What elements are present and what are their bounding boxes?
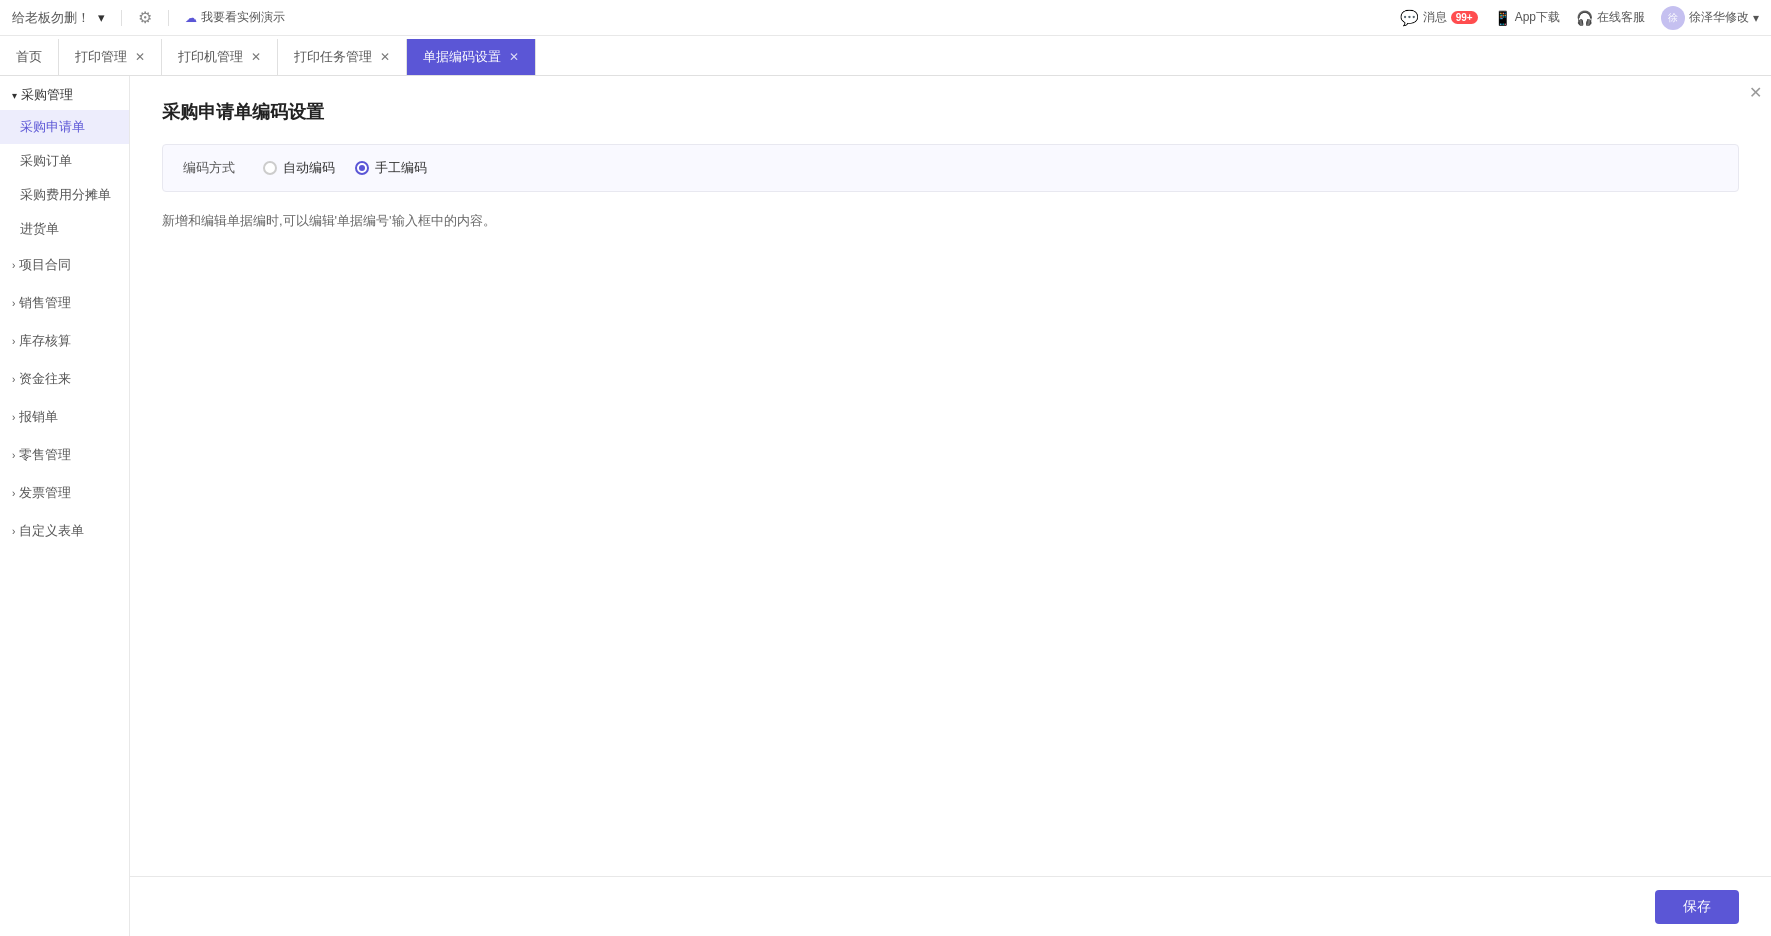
app-download-link[interactable]: 📱 App下载	[1494, 9, 1560, 26]
top-bar: 给老板勿删！ ▾ ⚙ ☁ 我要看实例演示 💬 消息 99+ 📱 App下载 🎧 …	[0, 0, 1771, 36]
sidebar-item-inventory[interactable]: › 库存核算	[0, 322, 129, 360]
radio-label-auto: 自动编码	[283, 159, 335, 177]
radio-group-encoding: 自动编码 手工编码	[263, 159, 427, 177]
chevron-right-icon-8: ›	[12, 526, 15, 537]
sidebar-item-purchase-request[interactable]: 采购申请单	[0, 110, 129, 144]
cloud-icon: ☁	[185, 11, 197, 25]
tab-close-barcode-setting[interactable]: ✕	[509, 50, 519, 64]
main-layout: ▾ 采购管理 采购申请单 采购订单 采购费用分摊单 进货单 › 项目合同 › 销…	[0, 76, 1771, 936]
sidebar-group-title-purchase[interactable]: ▾ 采购管理	[0, 76, 129, 110]
content-area: 采购申请单编码设置 编码方式 自动编码 手工编码	[130, 76, 1771, 936]
headset-icon: 🎧	[1576, 10, 1593, 26]
sidebar-item-invoice-mgmt[interactable]: › 发票管理	[0, 474, 129, 512]
chevron-right-icon-2: ›	[12, 298, 15, 309]
sidebar-item-custom-form[interactable]: › 自定义表单	[0, 512, 129, 550]
radio-manual-encoding[interactable]: 手工编码	[355, 159, 427, 177]
encoding-label: 编码方式	[183, 159, 239, 177]
example-link[interactable]: ☁ 我要看实例演示	[185, 9, 285, 26]
chevron-right-icon-4: ›	[12, 374, 15, 385]
tab-bar: 首页 打印管理 ✕ 打印机管理 ✕ 打印任务管理 ✕ 单据编码设置 ✕	[0, 36, 1771, 76]
chevron-right-icon-1: ›	[12, 260, 15, 271]
tab-close-print-mgmt[interactable]: ✕	[135, 50, 145, 64]
hint-text: 新增和编辑单据编时,可以编辑'单据编号'输入框中的内容。	[162, 212, 1739, 230]
message-link[interactable]: 💬 消息 99+	[1400, 9, 1478, 27]
title-dropdown[interactable]: ▾	[98, 10, 105, 25]
download-icon: 📱	[1494, 10, 1511, 26]
settings-icon[interactable]: ⚙	[138, 8, 152, 27]
app-title: 给老板勿删！	[12, 9, 90, 27]
chevron-right-icon-6: ›	[12, 450, 15, 461]
sidebar: ▾ 采购管理 采购申请单 采购订单 采购费用分摊单 进货单 › 项目合同 › 销…	[0, 76, 130, 936]
content-footer: 保存	[130, 876, 1771, 936]
avatar: 徐	[1661, 6, 1685, 30]
top-bar-right: 💬 消息 99+ 📱 App下载 🎧 在线客服 徐 徐泽华修改 ▾	[1400, 6, 1759, 30]
sidebar-item-project-contract[interactable]: › 项目合同	[0, 246, 129, 284]
chevron-right-icon-3: ›	[12, 336, 15, 347]
radio-circle-auto	[263, 161, 277, 175]
tab-print-task[interactable]: 打印任务管理 ✕	[278, 39, 407, 75]
tab-close-print-task[interactable]: ✕	[380, 50, 390, 64]
sidebar-item-sales-mgmt[interactable]: › 销售管理	[0, 284, 129, 322]
sidebar-item-purchase-fee[interactable]: 采购费用分摊单	[0, 178, 129, 212]
user-profile[interactable]: 徐 徐泽华修改 ▾	[1661, 6, 1759, 30]
tab-printer-mgmt[interactable]: 打印机管理 ✕	[162, 39, 278, 75]
user-chevron-icon: ▾	[1753, 11, 1759, 25]
online-service-link[interactable]: 🎧 在线客服	[1576, 9, 1645, 26]
chevron-down-icon: ▾	[98, 10, 105, 25]
sidebar-item-retail-mgmt[interactable]: › 零售管理	[0, 436, 129, 474]
sidebar-item-stock-in[interactable]: 进货单	[0, 212, 129, 246]
chevron-right-icon-7: ›	[12, 488, 15, 499]
message-badge: 99+	[1451, 11, 1478, 24]
sidebar-group-purchase: ▾ 采购管理 采购申请单 采购订单 采购费用分摊单 进货单	[0, 76, 129, 246]
content-inner: 采购申请单编码设置 编码方式 自动编码 手工编码	[130, 76, 1771, 876]
page-title: 采购申请单编码设置	[162, 100, 1739, 124]
tab-print-mgmt[interactable]: 打印管理 ✕	[59, 39, 162, 75]
chevron-right-icon-5: ›	[12, 412, 15, 423]
radio-auto-encoding[interactable]: 自动编码	[263, 159, 335, 177]
window-close-button[interactable]: ✕	[1739, 76, 1771, 108]
chevron-down-icon-purchase: ▾	[12, 90, 17, 101]
radio-circle-manual	[355, 161, 369, 175]
message-icon: 💬	[1400, 9, 1419, 27]
sidebar-item-purchase-order[interactable]: 采购订单	[0, 144, 129, 178]
tab-close-printer-mgmt[interactable]: ✕	[251, 50, 261, 64]
encoding-section: 编码方式 自动编码 手工编码	[162, 144, 1739, 192]
radio-label-manual: 手工编码	[375, 159, 427, 177]
tab-home[interactable]: 首页	[0, 39, 59, 75]
sidebar-item-funds[interactable]: › 资金往来	[0, 360, 129, 398]
save-button[interactable]: 保存	[1655, 890, 1739, 924]
tab-barcode-setting[interactable]: 单据编码设置 ✕	[407, 39, 536, 75]
sidebar-item-returns[interactable]: › 报销单	[0, 398, 129, 436]
top-bar-left: 给老板勿删！ ▾ ⚙ ☁ 我要看实例演示	[12, 8, 285, 27]
